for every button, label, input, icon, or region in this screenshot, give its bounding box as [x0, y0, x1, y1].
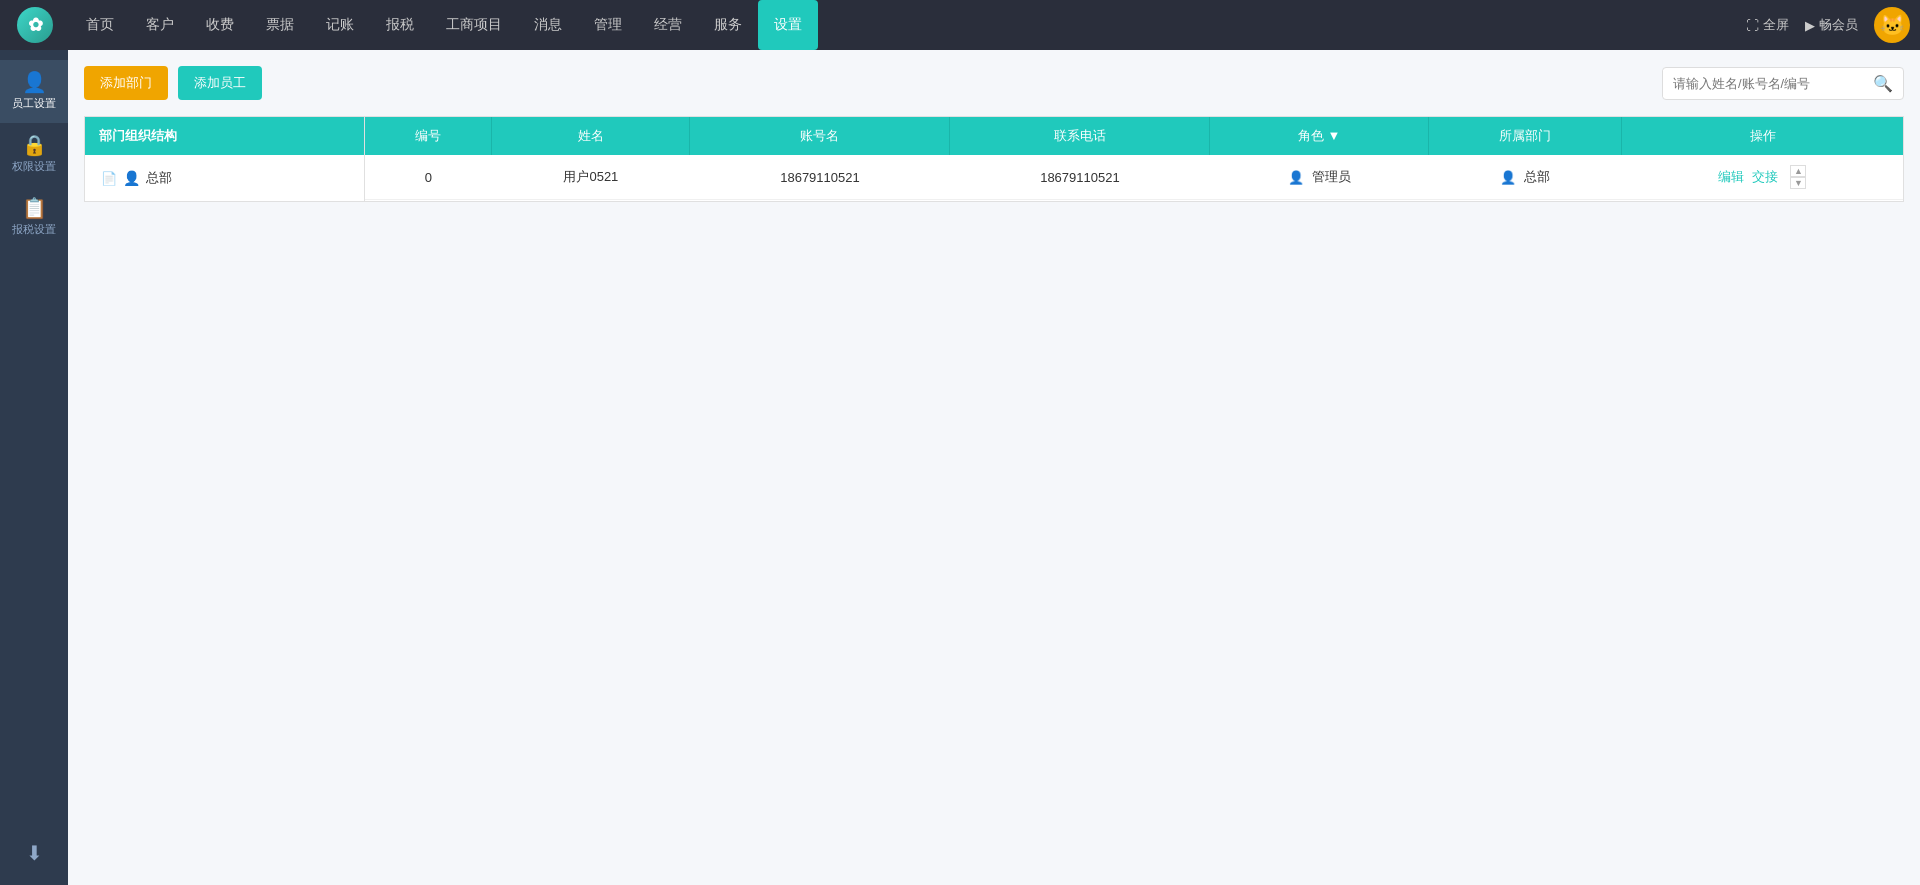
member-label: 畅会员 — [1819, 16, 1858, 34]
nav-menu: 首页 客户 收费 票据 记账 报税 工商项目 消息 管理 经营 服务 设置 — [70, 0, 1746, 50]
table-layout: 部门组织结构 📄 👤 总部 编号 姓名 账号名 — [84, 116, 1904, 202]
tree-body: 📄 👤 总部 — [85, 155, 364, 201]
fullscreen-button[interactable]: ⛶ 全屏 — [1746, 16, 1789, 34]
top-navigation: ✿ 首页 客户 收费 票据 记账 报税 工商项目 消息 管理 经营 服务 设置 … — [0, 0, 1920, 50]
col-phone: 联系电话 — [950, 117, 1210, 155]
sidebar-permission-label: 权限设置 — [12, 159, 56, 174]
col-account: 账号名 — [690, 117, 950, 155]
cell-role: 👤 管理员 — [1210, 155, 1428, 200]
sidebar-item-employee[interactable]: 👤 员工设置 — [0, 60, 68, 123]
file-icon: 📄 — [101, 171, 117, 186]
sidebar-item-taxsettings[interactable]: 📋 报税设置 — [0, 186, 68, 249]
role-user-icon: 👤 — [1288, 170, 1304, 185]
app-logo: ✿ — [10, 0, 60, 50]
nav-message[interactable]: 消息 — [518, 0, 578, 50]
department-tree-panel: 部门组织结构 📄 👤 总部 — [85, 117, 365, 201]
fullscreen-icon: ⛶ — [1746, 18, 1759, 33]
member-icon: ▶ — [1805, 18, 1815, 33]
permission-icon: 🔒 — [22, 135, 47, 155]
cell-phone: 18679110521 — [950, 155, 1210, 200]
spin-up-button[interactable]: ▲ — [1790, 165, 1806, 177]
taxsettings-icon: 📋 — [22, 198, 47, 218]
table-header-row: 编号 姓名 账号名 联系电话 角色 ▼ 所属部门 操作 — [365, 117, 1903, 155]
person-icon: 👤 — [123, 170, 140, 186]
tree-item-general[interactable]: 📄 👤 总部 — [93, 163, 356, 193]
sidebar-bottom: ⬇ — [18, 831, 51, 875]
nav-tax[interactable]: 报税 — [370, 0, 430, 50]
cell-name: 用户0521 — [492, 155, 690, 200]
nav-home[interactable]: 首页 — [70, 0, 130, 50]
data-table-wrapper: 编号 姓名 账号名 联系电话 角色 ▼ 所属部门 操作 0 用户0521 — [365, 117, 1903, 201]
nav-bill[interactable]: 票据 — [250, 0, 310, 50]
row-spin-buttons: ▲ ▼ — [1790, 165, 1806, 189]
col-role[interactable]: 角色 ▼ — [1210, 117, 1428, 155]
cell-dept: 👤 总部 — [1428, 155, 1621, 200]
download-icon: ⬇ — [26, 843, 43, 863]
fullscreen-label: 全屏 — [1763, 16, 1789, 34]
nav-customer[interactable]: 客户 — [130, 0, 190, 50]
transfer-action-link[interactable]: 交接 — [1752, 168, 1778, 186]
cell-actions: 编辑 交接 ▲ ▼ — [1622, 155, 1903, 200]
add-employee-button[interactable]: 添加员工 — [178, 66, 262, 100]
edit-action-link[interactable]: 编辑 — [1718, 168, 1744, 186]
table-row: 0 用户0521 18679110521 18679110521 👤 管理员 — [365, 155, 1903, 200]
spin-down-button[interactable]: ▼ — [1790, 177, 1806, 189]
employee-icon: 👤 — [22, 72, 47, 92]
user-avatar[interactable]: 🐱 — [1874, 7, 1910, 43]
sidebar: 👤 员工设置 🔒 权限设置 📋 报税设置 ⬇ — [0, 50, 68, 885]
tree-header: 部门组织结构 — [85, 117, 364, 155]
cell-account: 18679110521 — [690, 155, 950, 200]
nav-operation[interactable]: 经营 — [638, 0, 698, 50]
role-label: 管理员 — [1312, 168, 1351, 186]
col-id: 编号 — [365, 117, 492, 155]
sidebar-download-button[interactable]: ⬇ — [18, 831, 51, 875]
sidebar-employee-label: 员工设置 — [12, 96, 56, 111]
add-department-button[interactable]: 添加部门 — [84, 66, 168, 100]
nav-manage[interactable]: 管理 — [578, 0, 638, 50]
dept-user-icon: 👤 — [1500, 170, 1516, 185]
cell-id: 0 — [365, 155, 492, 200]
employee-table: 编号 姓名 账号名 联系电话 角色 ▼ 所属部门 操作 0 用户0521 — [365, 117, 1903, 200]
search-button[interactable]: 🔍 — [1863, 68, 1903, 99]
sidebar-item-permission[interactable]: 🔒 权限设置 — [0, 123, 68, 186]
nav-right-area: ⛶ 全屏 ▶ 畅会员 🐱 — [1746, 7, 1910, 43]
col-name: 姓名 — [492, 117, 690, 155]
logo-icon: ✿ — [17, 7, 53, 43]
search-input[interactable] — [1663, 70, 1863, 97]
col-dept: 所属部门 — [1428, 117, 1621, 155]
sidebar-taxsettings-label: 报税设置 — [12, 222, 56, 237]
nav-settings[interactable]: 设置 — [758, 0, 818, 50]
main-content: 添加部门 添加员工 🔍 部门组织结构 📄 👤 总部 — [68, 50, 1920, 885]
nav-fee[interactable]: 收费 — [190, 0, 250, 50]
member-button[interactable]: ▶ 畅会员 — [1805, 16, 1858, 34]
nav-bizproject[interactable]: 工商项目 — [430, 0, 518, 50]
col-actions: 操作 — [1622, 117, 1903, 155]
search-box: 🔍 — [1662, 67, 1904, 100]
tree-item-label: 总部 — [146, 169, 172, 187]
main-layout: 👤 员工设置 🔒 权限设置 📋 报税设置 ⬇ 添加部门 添加员工 🔍 — [0, 50, 1920, 885]
nav-service[interactable]: 服务 — [698, 0, 758, 50]
nav-accounting[interactable]: 记账 — [310, 0, 370, 50]
toolbar: 添加部门 添加员工 🔍 — [84, 66, 1904, 100]
dept-label: 总部 — [1524, 168, 1550, 186]
